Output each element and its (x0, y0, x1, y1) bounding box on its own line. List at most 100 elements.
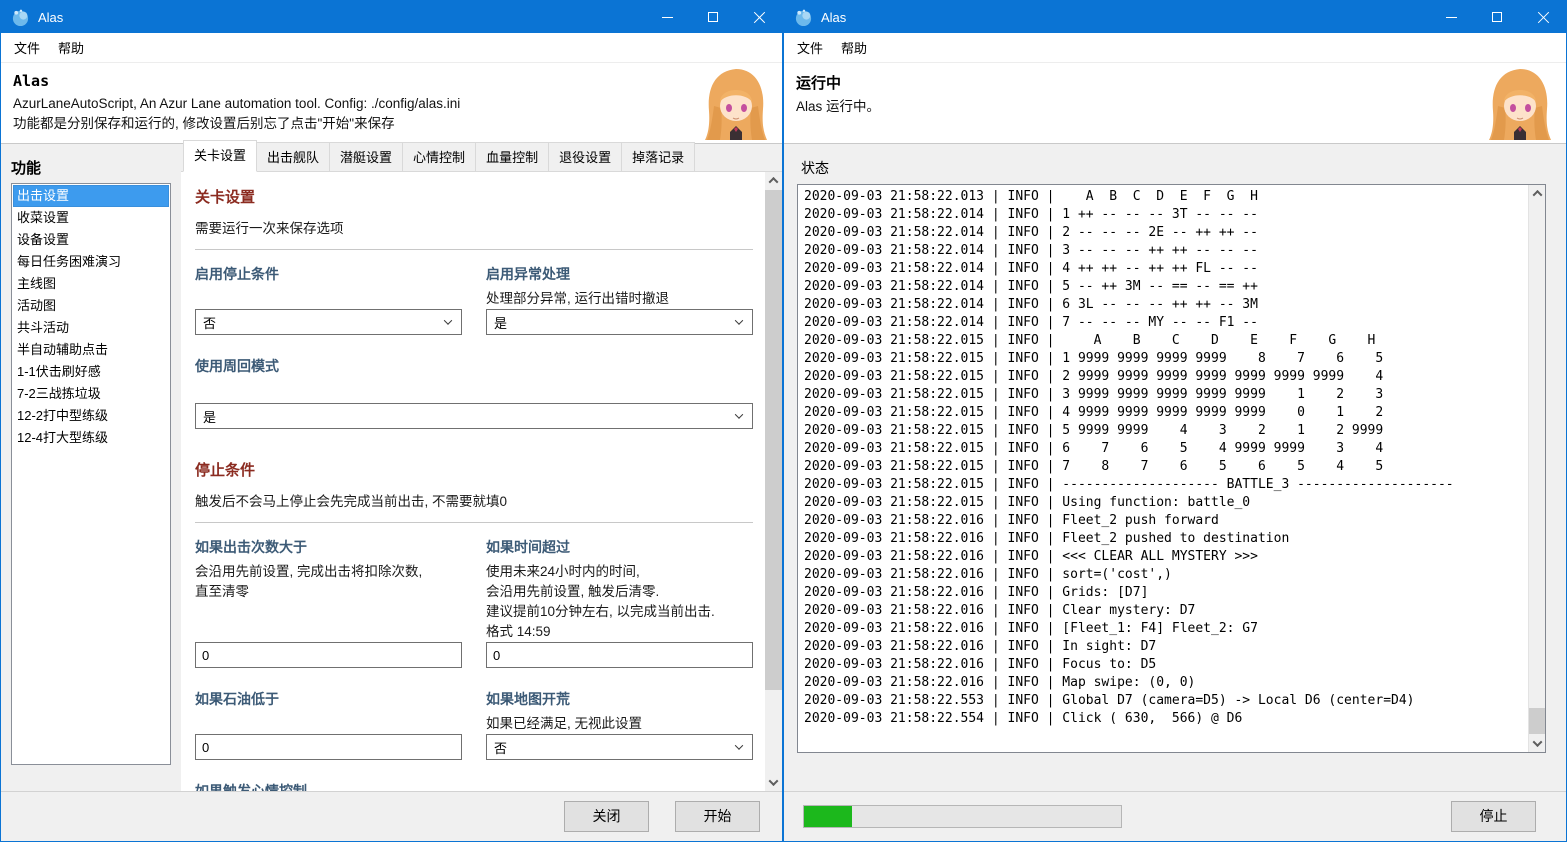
scroll-down-arrow[interactable] (1529, 735, 1545, 752)
scroll-up-arrow[interactable] (1529, 185, 1545, 202)
close-button[interactable] (736, 1, 782, 33)
sidebar-item[interactable]: 设备设置 (13, 229, 169, 251)
log-separator: | (984, 603, 1008, 618)
log-separator: | (984, 351, 1008, 366)
titlebar: Alas (1, 1, 782, 33)
section-title: 停止条件 (195, 462, 256, 479)
log-separator: | (1038, 441, 1063, 456)
log-time: 2020-09-03 21:58:22.016 (804, 531, 985, 546)
log-line: 2020-09-03 21:58:22.015 | INFO | 1 9999 … (804, 350, 1521, 368)
sidebar-item[interactable]: 1-1伏击刷好感 (13, 361, 169, 383)
chevron-down-icon (768, 776, 779, 787)
sidebar-item[interactable]: 半自动辅助点击 (13, 339, 169, 361)
function-list[interactable]: 出击设置 收菜设置 设备设置 每日任务困难演习 主线图 活动图 共斗活动 半自动辅助点击 1-1… (11, 183, 171, 765)
loop-mode-select[interactable]: 是 (195, 403, 753, 429)
oil-limit-input[interactable] (195, 734, 462, 760)
menu-item[interactable]: 帮助 (832, 33, 876, 62)
tab[interactable]: 潜艇设置 (329, 142, 404, 171)
log-separator: | (984, 405, 1008, 420)
sidebar-item[interactable]: 12-4打大型练级 (13, 427, 169, 449)
map-explore-select[interactable]: 否 (486, 734, 753, 760)
log-text: Click ( 630, 566) @ D6 (1062, 711, 1243, 726)
log-time: 2020-09-03 21:58:22.014 (804, 315, 985, 330)
log-separator: | (984, 333, 1008, 348)
sidebar-heading: 功能 (11, 160, 42, 177)
time-limit-input[interactable] (486, 642, 753, 668)
log-line: 2020-09-03 21:58:22.014 | INFO | 1 ++ --… (804, 206, 1521, 224)
sidebar-item[interactable]: 共斗活动 (13, 317, 169, 339)
settings-scrollbar[interactable] (765, 172, 782, 791)
log-text: 1 ++ -- -- -- 3T -- -- -- (1062, 207, 1258, 222)
log-line: 2020-09-03 21:58:22.016 | INFO | Fleet_2… (804, 512, 1521, 530)
log-text: A B C D E F G H (1062, 189, 1258, 204)
tab[interactable]: 退役设置 (548, 142, 623, 171)
scrollbar-thumb[interactable] (765, 190, 782, 690)
sidebar-item[interactable]: 每日任务困难演习 (13, 251, 169, 273)
close-button[interactable] (1520, 1, 1566, 33)
menu-item[interactable]: 文件 (788, 33, 832, 62)
log-separator: | (1038, 387, 1063, 402)
tab[interactable]: 血量控制 (475, 142, 550, 171)
log-level: INFO (1007, 189, 1039, 204)
log-separator: | (984, 567, 1008, 582)
log-text: 1 9999 9999 9999 9999 8 7 6 5 (1062, 351, 1384, 366)
log-separator: | (1038, 603, 1063, 618)
status-label: 状态 (801, 160, 829, 176)
tab[interactable]: 出击舰队 (256, 142, 331, 171)
sidebar-item[interactable]: 收菜设置 (13, 207, 169, 229)
log-level: INFO (1007, 243, 1039, 258)
scroll-up-arrow[interactable] (765, 172, 782, 189)
run-count-input[interactable] (195, 642, 462, 668)
maximize-button[interactable] (690, 1, 736, 33)
log-time: 2020-09-03 21:58:22.013 (804, 189, 985, 204)
minimize-button[interactable] (1428, 1, 1474, 33)
menu-item[interactable]: 文件 (5, 33, 49, 62)
sidebar: 功能 出击设置 收菜设置 设备设置 每日任务困难演习 主线图 活动图 共斗活动 半自动辅助点击… (1, 145, 181, 791)
log-scrollbar[interactable] (1528, 185, 1545, 752)
tab[interactable]: 心情控制 (402, 142, 477, 171)
titlebar: Alas (784, 1, 1566, 33)
log-time: 2020-09-03 21:58:22.015 (804, 405, 985, 420)
sidebar-item[interactable]: 主线图 (13, 273, 169, 295)
log-level: INFO (1007, 423, 1039, 438)
log-text: 5 9999 9999 4 3 2 1 2 9999 (1062, 423, 1384, 438)
stop-button[interactable]: 停止 (1451, 801, 1536, 832)
start-button[interactable]: 开始 (675, 801, 760, 832)
menu-item[interactable]: 帮助 (49, 33, 93, 62)
section-desc: 需要运行一次来保存选项 (195, 221, 344, 236)
tab[interactable]: 关卡设置 (183, 140, 258, 172)
log-line: 2020-09-03 21:58:22.554 | INFO | Click (… (804, 710, 1521, 728)
log-time: 2020-09-03 21:58:22.015 (804, 477, 985, 492)
log-time: 2020-09-03 21:58:22.014 (804, 279, 985, 294)
sidebar-item[interactable]: 12-2打中型练级 (13, 405, 169, 427)
selected-value: 否 (494, 740, 508, 756)
log-text: 4 ++ ++ -- ++ ++ FL -- -- (1062, 261, 1258, 276)
log-level: INFO (1007, 459, 1039, 474)
scrollbar-thumb[interactable] (1529, 708, 1545, 734)
field-label: 启用异常处理 (486, 266, 570, 282)
close-app-button[interactable]: 关闭 (564, 801, 649, 832)
log-separator: | (1038, 243, 1063, 258)
log-time: 2020-09-03 21:58:22.015 (804, 387, 985, 402)
log-level: INFO (1007, 657, 1039, 672)
log-separator: | (1038, 351, 1063, 366)
exception-handling-select[interactable]: 是 (486, 309, 753, 335)
stop-condition-select[interactable]: 否 (195, 309, 462, 335)
log-level: INFO (1007, 513, 1039, 528)
scroll-down-arrow[interactable] (765, 774, 782, 791)
log-line: 2020-09-03 21:58:22.016 | INFO | Focus t… (804, 656, 1521, 674)
log-body: 状态 2020-09-03 21:58:22.013 | INFO | A B … (784, 145, 1566, 791)
log-output[interactable]: 2020-09-03 21:58:22.013 | INFO | A B C D… (797, 184, 1546, 753)
log-text: Clear mystery: D7 (1062, 603, 1196, 618)
log-level: INFO (1007, 225, 1039, 240)
sidebar-item[interactable]: 7-2三战拣垃圾 (13, 383, 169, 405)
log-separator: | (1038, 261, 1063, 276)
sidebar-item[interactable]: 出击设置 (13, 185, 169, 207)
settings-footer: 关闭 开始 (1, 791, 782, 841)
minimize-button[interactable] (644, 1, 690, 33)
app-header: 运行中 Alas 运行中。 (784, 63, 1566, 144)
tab[interactable]: 掉落记录 (621, 142, 696, 171)
section-title: 关卡设置 (195, 189, 256, 206)
maximize-button[interactable] (1474, 1, 1520, 33)
sidebar-item[interactable]: 活动图 (13, 295, 169, 317)
